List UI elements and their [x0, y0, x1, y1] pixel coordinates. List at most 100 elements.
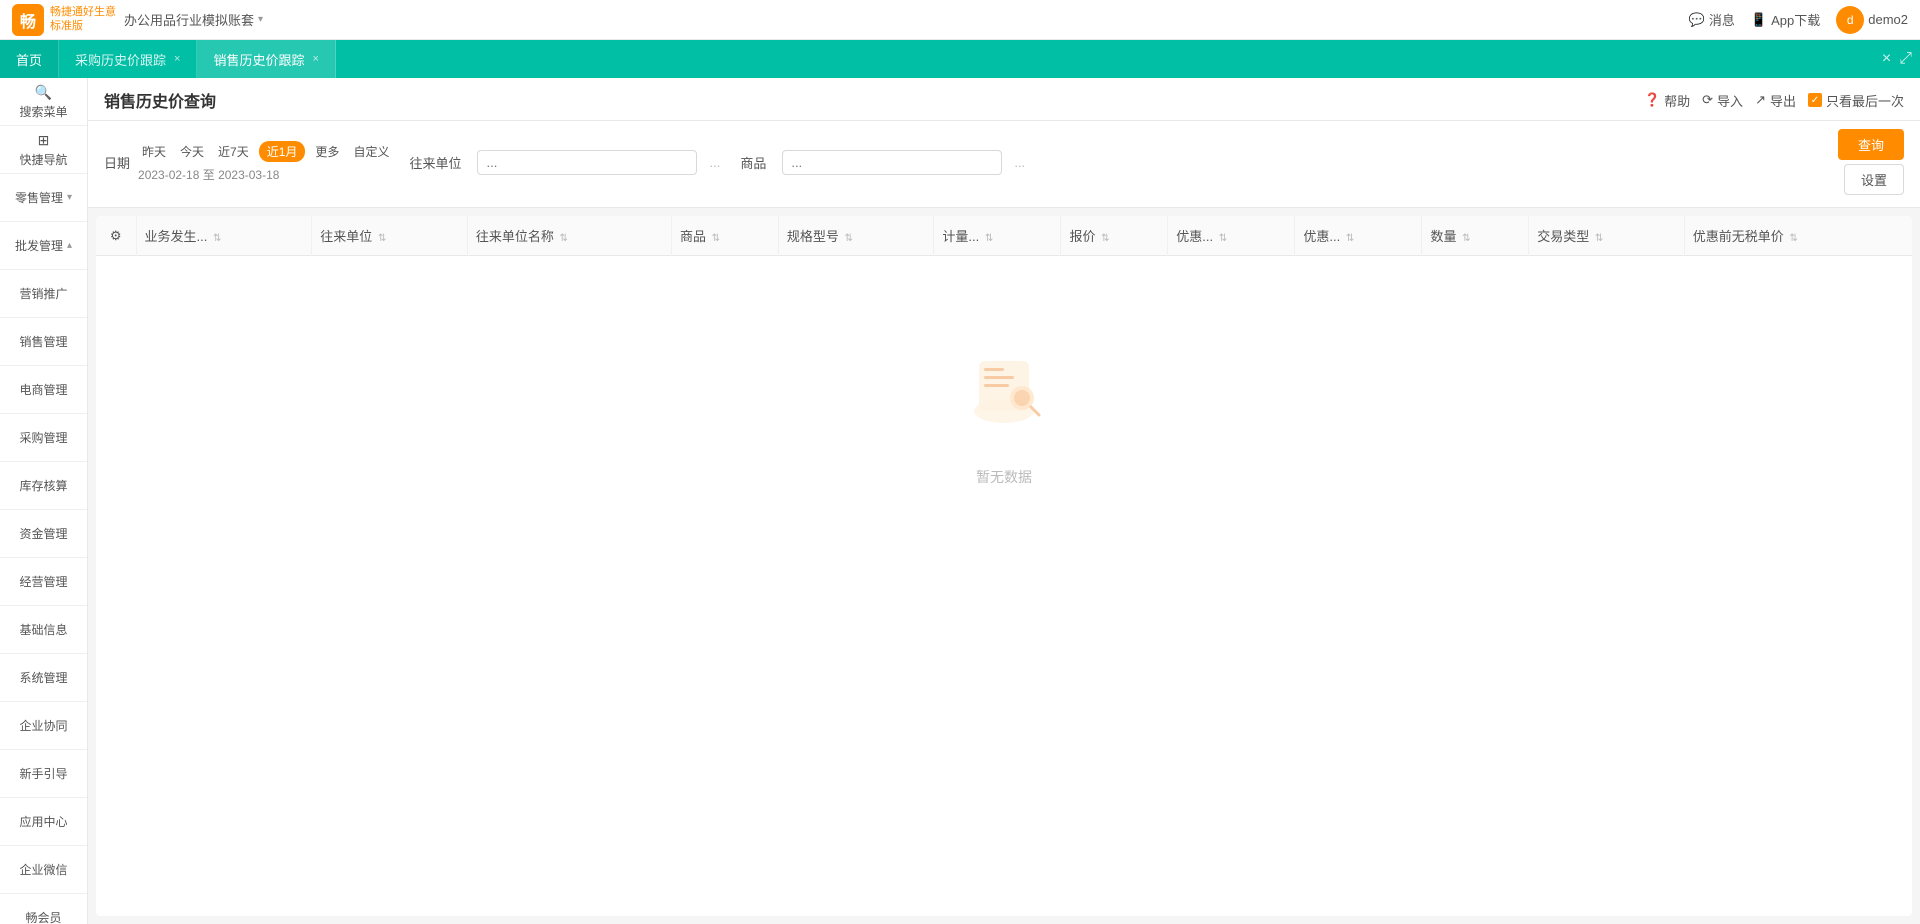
sidebar-item-marketing[interactable]: 营销推广 — [0, 270, 87, 318]
sidebar-item-app-center[interactable]: 应用中心 — [0, 798, 87, 846]
user-profile[interactable]: d demo2 — [1836, 6, 1908, 34]
sidebar-item-business-mgmt[interactable]: 经营管理 — [0, 558, 87, 606]
sort-icon: ⇅ — [844, 233, 852, 244]
sidebar-item-vip[interactable]: 畅会员 — [0, 894, 87, 924]
sidebar-item-ecommerce[interactable]: 电商管理 — [0, 366, 87, 414]
table-col-discount2[interactable]: 优惠... ⇅ — [1295, 216, 1422, 256]
table-col-partner[interactable]: 往来单位 ⇅ — [312, 216, 468, 256]
sidebar-item-sales-mgmt[interactable]: 销售管理 — [0, 318, 87, 366]
sort-icon: ⇅ — [378, 233, 386, 244]
nav-icon: ⊞ — [38, 132, 50, 149]
page-header-top: 销售历史价查询 ❓ 帮助 ⟳ 导入 ↗ 导出 ✓ — [104, 88, 1904, 120]
date-btn-7days[interactable]: 近7天 — [214, 141, 253, 162]
product-label: 商品 — [740, 153, 766, 172]
table-col-spec[interactable]: 规格型号 ⇅ — [778, 216, 934, 256]
download-icon: 📱 — [1751, 12, 1767, 28]
import-button[interactable]: ⟳ 导入 — [1702, 91, 1743, 110]
sort-icon: ⇅ — [1219, 233, 1227, 244]
tab-home[interactable]: 首页 — [0, 40, 59, 78]
sidebar-item-quick-nav[interactable]: ⊞ 快捷导航 — [0, 126, 87, 174]
sidebar-item-wholesale-mgmt[interactable]: 批发管理 ▴ — [0, 222, 87, 270]
message-action[interactable]: 💬 消息 — [1689, 10, 1735, 29]
content-area: 销售历史价查询 ❓ 帮助 ⟳ 导入 ↗ 导出 ✓ — [88, 78, 1920, 924]
sidebar-item-search-menu[interactable]: 🔍 搜索菜单 — [0, 78, 87, 126]
table-col-trade-type[interactable]: 交易类型 ⇅ — [1529, 216, 1685, 256]
app-download-action[interactable]: 📱 App下载 — [1751, 10, 1820, 29]
table-col-settings[interactable]: ⚙ — [96, 216, 136, 256]
sidebar-item-guide[interactable]: 新手引导 — [0, 750, 87, 798]
table-col-quantity[interactable]: 数量 ⇅ — [1422, 216, 1529, 256]
help-icon: ❓ — [1644, 92, 1660, 108]
chevron-down-icon: ▾ — [258, 14, 263, 25]
tab-sales-history[interactable]: 销售历史价跟踪 × — [197, 40, 335, 78]
close-sales-tab-icon[interactable]: × — [312, 53, 318, 65]
help-button[interactable]: ❓ 帮助 — [1644, 91, 1690, 110]
date-filters: 昨天 今天 近7天 近1月 更多 自定义 2023-02-18 至 2023-0… — [138, 141, 393, 183]
table-col-unit[interactable]: 计量... ⇅ — [934, 216, 1061, 256]
date-btn-today[interactable]: 今天 — [176, 141, 208, 162]
sort-icon: ⇅ — [1462, 233, 1470, 244]
page-header: 销售历史价查询 ❓ 帮助 ⟳ 导入 ↗ 导出 ✓ — [88, 78, 1920, 121]
sidebar-item-basic-info[interactable]: 基础信息 — [0, 606, 87, 654]
sidebar-item-inventory[interactable]: 库存核算 — [0, 462, 87, 510]
page-actions: ❓ 帮助 ⟳ 导入 ↗ 导出 ✓ 只看最后一次 — [1644, 91, 1904, 110]
top-bar-left: 畅 畅捷通好生意 标准版 办公用品行业模拟账套 ▾ — [12, 4, 263, 36]
table-col-business-date[interactable]: 业务发生... ⇅ — [136, 216, 312, 256]
only-last-checkbox[interactable]: ✓ 只看最后一次 — [1808, 91, 1904, 110]
sidebar-item-retail-mgmt[interactable]: 零售管理 ▾ — [0, 174, 87, 222]
filter-bar: 日期 昨天 今天 近7天 近1月 更多 自定义 2023-02-18 至 202… — [88, 121, 1920, 208]
table-col-discount1[interactable]: 优惠... ⇅ — [1168, 216, 1295, 256]
sort-icon: ⇅ — [1595, 233, 1603, 244]
empty-text: 暂无数据 — [976, 467, 1032, 487]
date-btn-1month[interactable]: 近1月 — [259, 141, 306, 162]
app-selector[interactable]: 办公用品行业模拟账套 ▾ — [124, 10, 263, 29]
sidebar-item-enterprise[interactable]: 企业协同 — [0, 702, 87, 750]
date-btn-custom[interactable]: 自定义 — [349, 141, 393, 162]
logo-icon: 畅 — [12, 4, 44, 36]
top-bar: 畅 畅捷通好生意 标准版 办公用品行业模拟账套 ▾ 💬 消息 📱 App下载 d… — [0, 0, 1920, 40]
partner-input[interactable] — [477, 150, 697, 175]
sort-icon: ⇅ — [712, 233, 720, 244]
table-col-partner-name[interactable]: 往来单位名称 ⇅ — [467, 216, 671, 256]
export-button[interactable]: ↗ 导出 — [1755, 91, 1796, 110]
date-label: 日期 — [104, 153, 130, 172]
product-input[interactable] — [782, 150, 1002, 175]
window-max-icon[interactable]: ⤢ — [1899, 50, 1912, 68]
query-button[interactable]: 查询 — [1838, 129, 1904, 160]
sidebar-item-finance[interactable]: 资金管理 — [0, 510, 87, 558]
message-icon: 💬 — [1689, 12, 1705, 28]
sidebar-item-system-mgmt[interactable]: 系统管理 — [0, 654, 87, 702]
export-icon: ↗ — [1755, 92, 1766, 108]
product-dots: ... — [1010, 155, 1029, 170]
page-title: 销售历史价查询 — [104, 88, 216, 112]
top-bar-right: 💬 消息 📱 App下载 d demo2 — [1689, 6, 1908, 34]
date-btn-more[interactable]: 更多 — [311, 141, 343, 162]
checkbox-icon: ✓ — [1808, 93, 1822, 107]
empty-illustration — [954, 336, 1054, 455]
logo-area: 畅 畅捷通好生意 标准版 — [12, 4, 116, 36]
partner-filter-group: 往来单位 ... — [409, 150, 724, 175]
table-col-product[interactable]: 商品 ⇅ — [672, 216, 779, 256]
close-purchase-tab-icon[interactable]: × — [174, 53, 180, 65]
avatar: d — [1836, 6, 1864, 34]
date-filter-group: 日期 昨天 今天 近7天 近1月 更多 自定义 2023-02-18 至 202… — [104, 141, 393, 183]
partner-label: 往来单位 — [409, 153, 461, 172]
sort-icon: ⇅ — [1789, 233, 1797, 244]
tab-purchase-history[interactable]: 采购历史价跟踪 × — [59, 40, 197, 78]
data-table: ⚙ 业务发生... ⇅ 往来单位 ⇅ 往来单位名称 ⇅ — [96, 216, 1912, 256]
sidebar-item-purchase-mgmt[interactable]: 采购管理 — [0, 414, 87, 462]
date-btn-yesterday[interactable]: 昨天 — [138, 141, 170, 162]
window-close-icon[interactable]: × — [1882, 50, 1891, 68]
empty-state: 暂无数据 — [96, 256, 1912, 567]
sidebar-item-wechat[interactable]: 企业微信 — [0, 846, 87, 894]
date-filter-top: 昨天 今天 近7天 近1月 更多 自定义 — [138, 141, 393, 162]
logo-text: 畅捷通好生意 标准版 — [50, 6, 116, 32]
product-filter-group: 商品 ... — [740, 150, 1029, 175]
settings-button[interactable]: 设置 — [1844, 164, 1904, 195]
search-icon: 🔍 — [35, 84, 52, 101]
table-col-pre-tax-price[interactable]: 优惠前无税单价 ⇅ — [1684, 216, 1912, 256]
table-col-quote[interactable]: 报价 ⇅ — [1061, 216, 1168, 256]
partner-dots: ... — [705, 155, 724, 170]
table-wrapper: ⚙ 业务发生... ⇅ 往来单位 ⇅ 往来单位名称 ⇅ — [96, 216, 1912, 916]
sort-icon: ⇅ — [1346, 233, 1354, 244]
